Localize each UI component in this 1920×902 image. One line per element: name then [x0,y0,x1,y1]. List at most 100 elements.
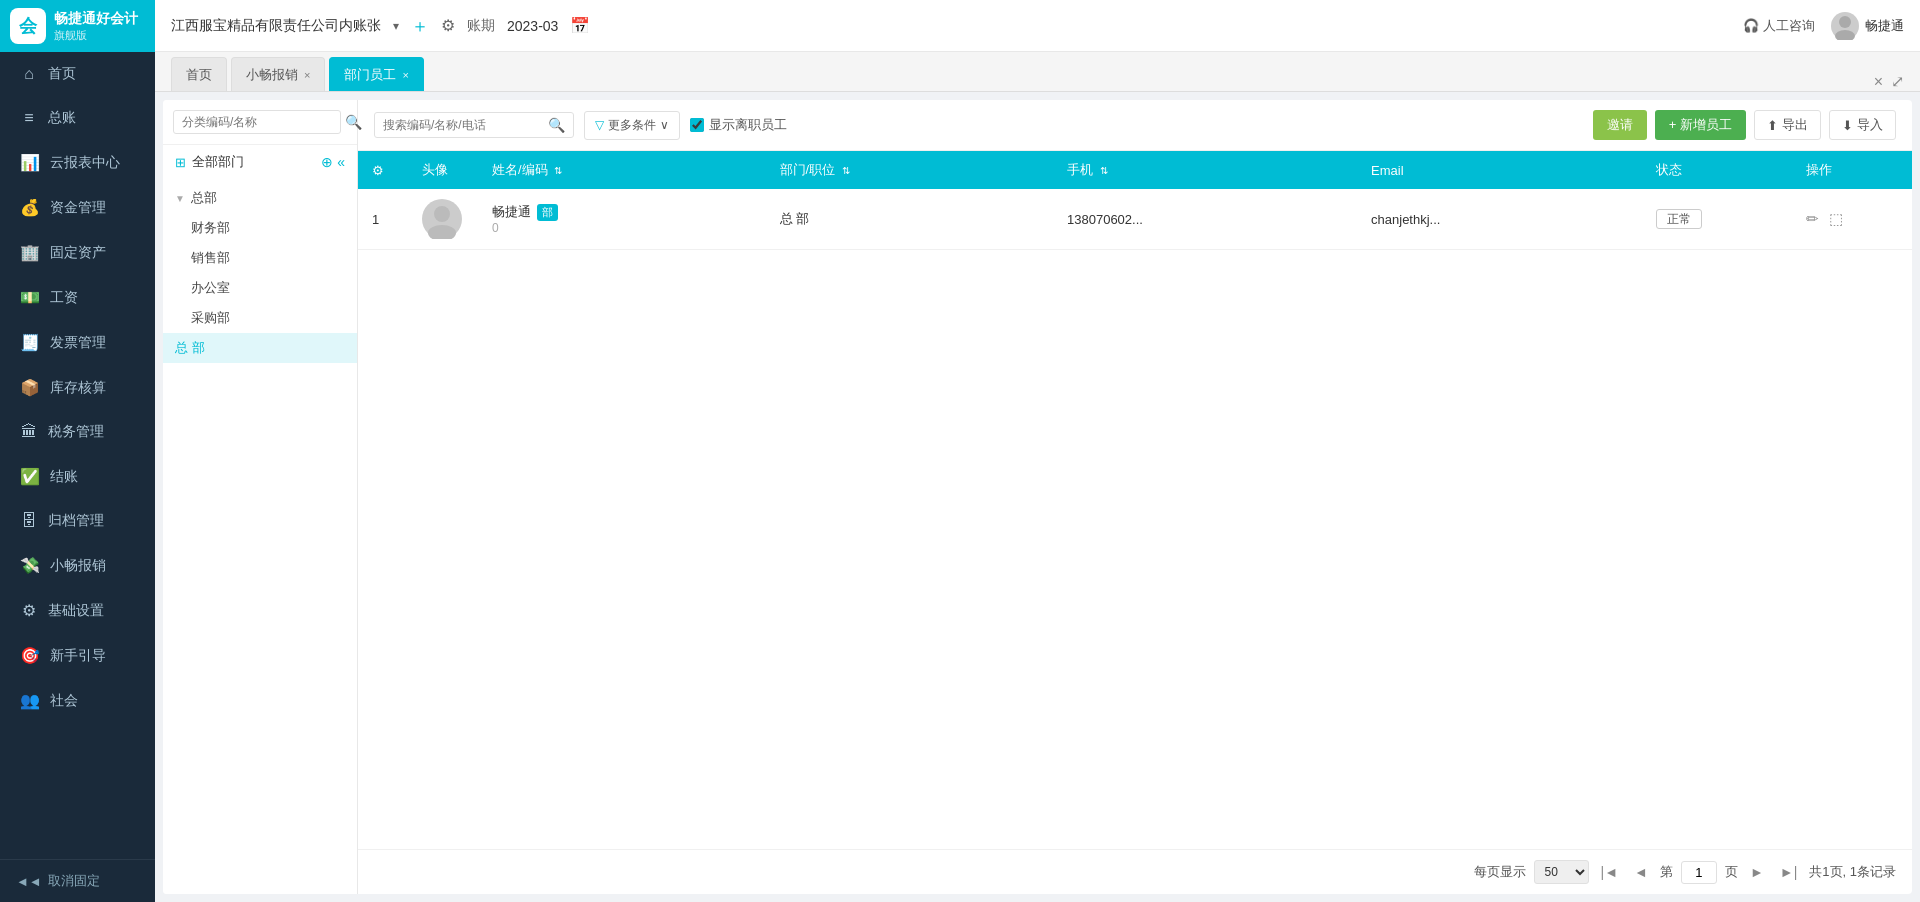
employee-search-box: 🔍 [374,112,574,138]
sidebar-item-inventory[interactable]: 📦 库存核算 [0,365,155,410]
export-label: 导出 [1782,116,1808,134]
tab-expense[interactable]: 小畅报销 × [231,57,325,91]
top-header: 江西服宝精品有限责任公司内账张 ▾ ＋ ⚙ 账期 2023-03 📅 🎧 人工咨… [155,0,1920,52]
sidebar-item-invoice[interactable]: 🧾 发票管理 [0,320,155,365]
sidebar-item-social[interactable]: 👥 社会 [0,678,155,723]
dept-search-input[interactable] [173,110,341,134]
next-page-button[interactable]: ► [1746,862,1768,882]
tree-node-zongbu[interactable]: ▼ 总部 [163,183,357,213]
import-button[interactable]: ⬇ 导入 [1829,110,1896,140]
table-row: 1 畅捷通 部 0 [358,189,1912,250]
sort-name-icon: ⇅ [554,165,562,176]
sidebar-item-reports[interactable]: 📊 云报表中心 [0,140,155,185]
company-dropdown-button[interactable]: ▾ [393,19,399,33]
dept-sidebar: 🔍 ⊞ 全部部门 ⊕ « ▼ 总部 财务部 销售部 [163,100,358,894]
tree-node-finance[interactable]: 财务部 [163,213,357,243]
sidebar-item-home[interactable]: ⌂ 首页 [0,52,155,96]
more-filters-button[interactable]: ▽ 更多条件 ∨ [584,111,680,140]
expand-icon: ▼ [175,193,185,204]
close-tab-expense-icon[interactable]: × [304,69,310,81]
maximize-tab-button[interactable]: ⤢ [1891,72,1904,91]
sidebar-item-funds[interactable]: 💰 资金管理 [0,185,155,230]
svg-point-3 [428,225,456,239]
employee-toolbar: 🔍 ▽ 更多条件 ∨ 显示离职员工 邀请 + 新增员工 ⬆ 导出 [358,100,1912,151]
dept-add-button[interactable]: ⊕ [321,154,333,170]
employee-search-icon[interactable]: 🔍 [548,117,565,133]
th-avatar: 头像 [408,151,478,189]
prev-page-button[interactable]: ◄ [1630,862,1652,882]
add-employee-button[interactable]: + 新增员工 [1655,110,1746,140]
tree-node-label: 财务部 [191,219,230,237]
consultation-button[interactable]: 🎧 人工咨询 [1743,17,1815,35]
sidebar-item-tax[interactable]: 🏛 税务管理 [0,410,155,454]
tree-node-label: 办公室 [191,279,230,297]
last-page-button[interactable]: ►| [1776,862,1802,882]
logout-employee-button[interactable]: ⬚ [1829,210,1843,228]
th-phone[interactable]: 手机 ⇅ [1053,151,1357,189]
th-settings[interactable]: ⚙ [358,151,408,189]
page-size-select[interactable]: 50 100 200 [1534,860,1589,884]
user-name: 畅捷通 [1865,17,1904,35]
company-name[interactable]: 江西服宝精品有限责任公司内账张 [171,17,381,35]
dept-header-actions: ⊕ « [321,154,345,170]
chevron-down-icon: ∨ [660,118,669,132]
social-icon: 👥 [20,691,40,710]
close-tab-employees-icon[interactable]: × [402,69,408,81]
headset-icon: 🎧 [1743,18,1759,33]
th-name[interactable]: 姓名/编码 ⇅ [478,151,766,189]
employee-name: 畅捷通 [492,203,531,221]
th-actions: 操作 [1792,151,1912,189]
tree-node-label: 销售部 [191,249,230,267]
edit-employee-button[interactable]: ✏ [1806,210,1819,228]
user-area[interactable]: 畅捷通 [1831,12,1904,40]
calendar-icon[interactable]: 📅 [570,16,590,35]
sidebar-item-label: 云报表中心 [50,154,120,172]
ledger-icon: ≡ [20,109,38,127]
tree-node-purchase[interactable]: 采购部 [163,303,357,333]
tab-employees[interactable]: 部门员工 × [329,57,423,91]
dept-collapse-button[interactable]: « [337,154,345,170]
row-name-cell: 畅捷通 部 0 [478,189,766,250]
row-phone-cell: 138070602... [1053,189,1357,250]
page-input[interactable] [1681,861,1717,884]
show-resigned-checkbox[interactable] [690,118,704,132]
sidebar-item-archive[interactable]: 🗄 归档管理 [0,499,155,543]
invite-button[interactable]: 邀请 [1593,110,1647,140]
period-label: 账期 [467,17,495,35]
settings-gear-button[interactable]: ⚙ [441,16,455,35]
pagination-bar: 每页显示 50 100 200 |◄ ◄ 第 页 ► ►| 共1页, 1条记录 [358,849,1912,894]
add-tab-button[interactable]: ＋ [411,14,429,38]
export-button[interactable]: ⬆ 导出 [1754,110,1821,140]
th-dept[interactable]: 部门/职位 ⇅ [766,151,1054,189]
sidebar-item-ledger[interactable]: ≡ 总账 [0,96,155,140]
sidebar-item-salary[interactable]: 💵 工资 [0,275,155,320]
sidebar-unpin-button[interactable]: ◄◄ 取消固定 [0,859,155,902]
show-resigned-checkbox-label[interactable]: 显示离职员工 [690,116,787,134]
close-tab-button[interactable]: × [1874,73,1883,91]
sidebar-item-guide[interactable]: 🎯 新手引导 [0,633,155,678]
sidebar-item-expense[interactable]: 💸 小畅报销 [0,543,155,588]
th-status: 状态 [1642,151,1792,189]
row-dept-cell: 总 部 [766,189,1054,250]
employee-search-input[interactable] [383,118,544,132]
expense-icon: 💸 [20,556,40,575]
tree-node-label: 采购部 [191,309,230,327]
salary-icon: 💵 [20,288,40,307]
sidebar-item-label: 发票管理 [50,334,106,352]
tab-home[interactable]: 首页 [171,57,227,91]
dept-badge: 部 [537,204,558,221]
sidebar-item-settings[interactable]: ⚙ 基础设置 [0,588,155,633]
first-page-button[interactable]: |◄ [1597,862,1623,882]
sidebar-item-label: 工资 [50,289,78,307]
tax-icon: 🏛 [20,423,38,441]
tree-node-sales[interactable]: 销售部 [163,243,357,273]
sidebar-logo: 会 畅捷通好会计 旗舰版 [0,0,155,52]
sidebar-item-label: 结账 [50,468,78,486]
sidebar-item-label: 社会 [50,692,78,710]
tree-node-general-dept[interactable]: 总 部 [163,333,357,363]
sidebar-item-assets[interactable]: 🏢 固定资产 [0,230,155,275]
sidebar: 会 畅捷通好会计 旗舰版 ⌂ 首页 ≡ 总账 📊 云报表中心 💰 资金管理 🏢 … [0,0,155,902]
tab-label: 小畅报销 [246,66,298,84]
sidebar-item-closing[interactable]: ✅ 结账 [0,454,155,499]
tree-node-office[interactable]: 办公室 [163,273,357,303]
